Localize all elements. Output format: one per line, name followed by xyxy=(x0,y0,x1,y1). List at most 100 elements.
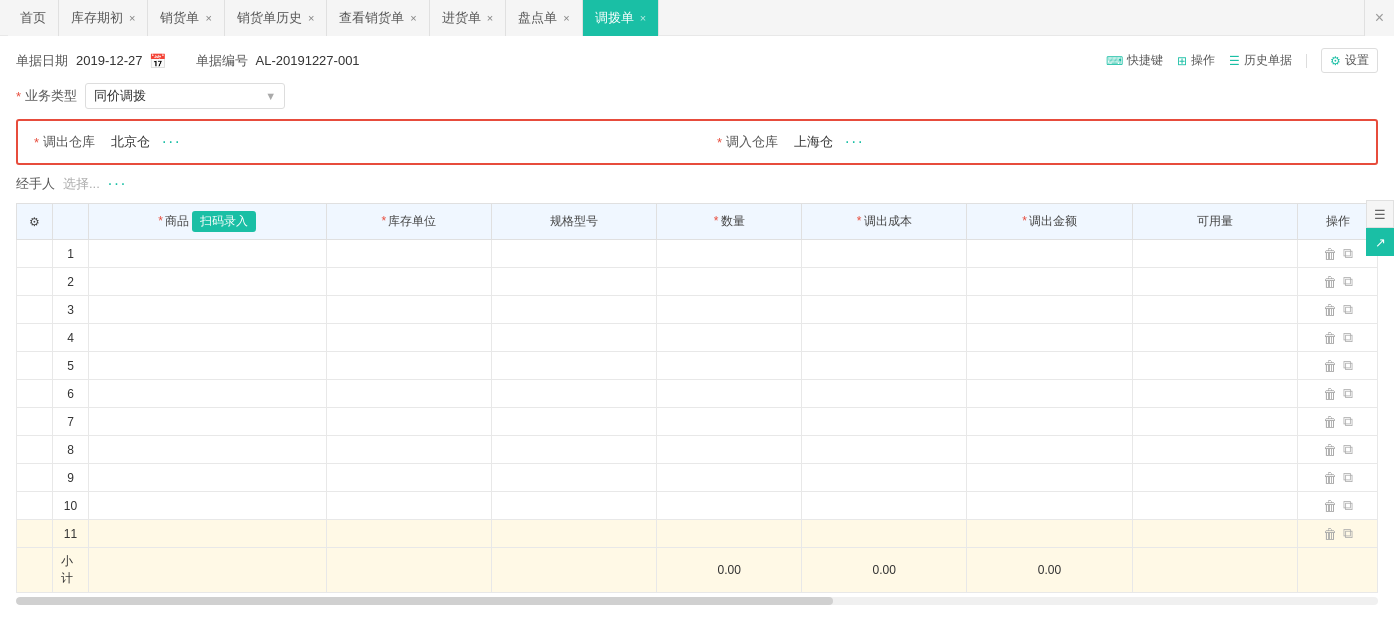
warehouse-out-more-button[interactable]: ··· xyxy=(162,133,181,151)
cell-product-8[interactable] xyxy=(89,436,327,464)
cell-spec-6[interactable] xyxy=(492,380,657,408)
cell-qty-2[interactable] xyxy=(657,268,802,296)
cell-qty-4[interactable] xyxy=(657,324,802,352)
cell-unit-11[interactable] xyxy=(326,520,491,548)
cell-product-9[interactable] xyxy=(89,464,327,492)
cell-product-4[interactable] xyxy=(89,324,327,352)
cell-amount-7[interactable] xyxy=(967,408,1132,436)
cell-cost-11[interactable] xyxy=(802,520,967,548)
cell-amount-11[interactable] xyxy=(967,520,1132,548)
cell-amount-10[interactable] xyxy=(967,492,1132,520)
cell-available-2[interactable] xyxy=(1132,268,1297,296)
cell-cost-4[interactable] xyxy=(802,324,967,352)
cell-spec-2[interactable] xyxy=(492,268,657,296)
delete-row-icon-4[interactable]: 🗑 xyxy=(1323,330,1337,346)
shortcut-button[interactable]: ⌨ 快捷键 xyxy=(1106,52,1163,69)
cell-available-10[interactable] xyxy=(1132,492,1297,520)
tab-view-sales[interactable]: 查看销货单 × xyxy=(327,0,429,36)
copy-row-icon-9[interactable]: ⧉ xyxy=(1343,469,1353,486)
cell-spec-5[interactable] xyxy=(492,352,657,380)
cell-qty-11[interactable] xyxy=(657,520,802,548)
cell-amount-3[interactable] xyxy=(967,296,1132,324)
right-float-list-button[interactable]: ☰ xyxy=(1366,200,1394,228)
cell-qty-10[interactable] xyxy=(657,492,802,520)
copy-row-icon-8[interactable]: ⧉ xyxy=(1343,441,1353,458)
copy-row-icon-7[interactable]: ⧉ xyxy=(1343,413,1353,430)
cell-unit-7[interactable] xyxy=(326,408,491,436)
cell-qty-6[interactable] xyxy=(657,380,802,408)
cell-cost-8[interactable] xyxy=(802,436,967,464)
delete-row-icon-11[interactable]: 🗑 xyxy=(1323,526,1337,542)
delete-row-icon-9[interactable]: 🗑 xyxy=(1323,470,1337,486)
cell-amount-9[interactable] xyxy=(967,464,1132,492)
close-tab-sales-order[interactable]: × xyxy=(205,12,211,24)
cell-amount-2[interactable] xyxy=(967,268,1132,296)
copy-row-icon-11[interactable]: ⧉ xyxy=(1343,525,1353,542)
cell-qty-9[interactable] xyxy=(657,464,802,492)
cell-unit-8[interactable] xyxy=(326,436,491,464)
cell-available-7[interactable] xyxy=(1132,408,1297,436)
cell-product-3[interactable] xyxy=(89,296,327,324)
cell-qty-3[interactable] xyxy=(657,296,802,324)
cell-available-5[interactable] xyxy=(1132,352,1297,380)
cell-available-4[interactable] xyxy=(1132,324,1297,352)
warehouse-in-more-button[interactable]: ··· xyxy=(845,133,864,151)
copy-row-icon-3[interactable]: ⧉ xyxy=(1343,301,1353,318)
cell-unit-5[interactable] xyxy=(326,352,491,380)
copy-row-icon-4[interactable]: ⧉ xyxy=(1343,329,1353,346)
cell-product-7[interactable] xyxy=(89,408,327,436)
delete-row-icon-7[interactable]: 🗑 xyxy=(1323,414,1337,430)
calendar-icon[interactable]: 📅 xyxy=(149,53,166,69)
doc-date-field[interactable]: 2019-12-27 📅 xyxy=(76,53,166,69)
cell-qty-1[interactable] xyxy=(657,240,802,268)
cell-qty-5[interactable] xyxy=(657,352,802,380)
delete-row-icon-5[interactable]: 🗑 xyxy=(1323,358,1337,374)
cell-spec-8[interactable] xyxy=(492,436,657,464)
delete-row-icon-2[interactable]: 🗑 xyxy=(1323,274,1337,290)
cell-amount-5[interactable] xyxy=(967,352,1132,380)
cell-qty-7[interactable] xyxy=(657,408,802,436)
cell-spec-1[interactable] xyxy=(492,240,657,268)
close-tab-transfer[interactable]: × xyxy=(640,12,646,24)
ops-button[interactable]: ⊞ 操作 xyxy=(1177,52,1215,69)
cell-product-6[interactable] xyxy=(89,380,327,408)
cell-product-1[interactable] xyxy=(89,240,327,268)
cell-amount-6[interactable] xyxy=(967,380,1132,408)
close-all-tabs-button[interactable]: × xyxy=(1364,0,1394,36)
cell-available-1[interactable] xyxy=(1132,240,1297,268)
cell-unit-4[interactable] xyxy=(326,324,491,352)
tab-purchase[interactable]: 进货单 × xyxy=(430,0,506,36)
copy-row-icon-10[interactable]: ⧉ xyxy=(1343,497,1353,514)
cell-available-3[interactable] xyxy=(1132,296,1297,324)
cell-product-10[interactable] xyxy=(89,492,327,520)
tab-sales-history[interactable]: 销货单历史 × xyxy=(225,0,327,36)
copy-row-icon-2[interactable]: ⧉ xyxy=(1343,273,1353,290)
delete-row-icon-10[interactable]: 🗑 xyxy=(1323,498,1337,514)
th-settings[interactable]: ⚙ xyxy=(17,204,53,240)
cell-cost-7[interactable] xyxy=(802,408,967,436)
cell-product-2[interactable] xyxy=(89,268,327,296)
cell-qty-8[interactable] xyxy=(657,436,802,464)
cell-cost-2[interactable] xyxy=(802,268,967,296)
cell-spec-3[interactable] xyxy=(492,296,657,324)
manager-more-button[interactable]: ··· xyxy=(108,175,127,193)
tab-stocktake[interactable]: 盘点单 × xyxy=(506,0,582,36)
copy-row-icon-1[interactable]: ⧉ xyxy=(1343,245,1353,262)
business-type-dropdown[interactable]: 同价调拨 ▼ xyxy=(85,83,285,109)
cell-unit-10[interactable] xyxy=(326,492,491,520)
close-tab-purchase[interactable]: × xyxy=(487,12,493,24)
cell-spec-9[interactable] xyxy=(492,464,657,492)
cell-unit-1[interactable] xyxy=(326,240,491,268)
cell-spec-11[interactable] xyxy=(492,520,657,548)
copy-row-icon-6[interactable]: ⧉ xyxy=(1343,385,1353,402)
cell-amount-1[interactable] xyxy=(967,240,1132,268)
delete-row-icon-1[interactable]: 🗑 xyxy=(1323,246,1337,262)
cell-product-5[interactable] xyxy=(89,352,327,380)
tab-inventory-init[interactable]: 库存期初 × xyxy=(59,0,148,36)
delete-row-icon-6[interactable]: 🗑 xyxy=(1323,386,1337,402)
cell-unit-9[interactable] xyxy=(326,464,491,492)
cell-cost-10[interactable] xyxy=(802,492,967,520)
delete-row-icon-3[interactable]: 🗑 xyxy=(1323,302,1337,318)
cell-cost-3[interactable] xyxy=(802,296,967,324)
close-tab-sales-history[interactable]: × xyxy=(308,12,314,24)
